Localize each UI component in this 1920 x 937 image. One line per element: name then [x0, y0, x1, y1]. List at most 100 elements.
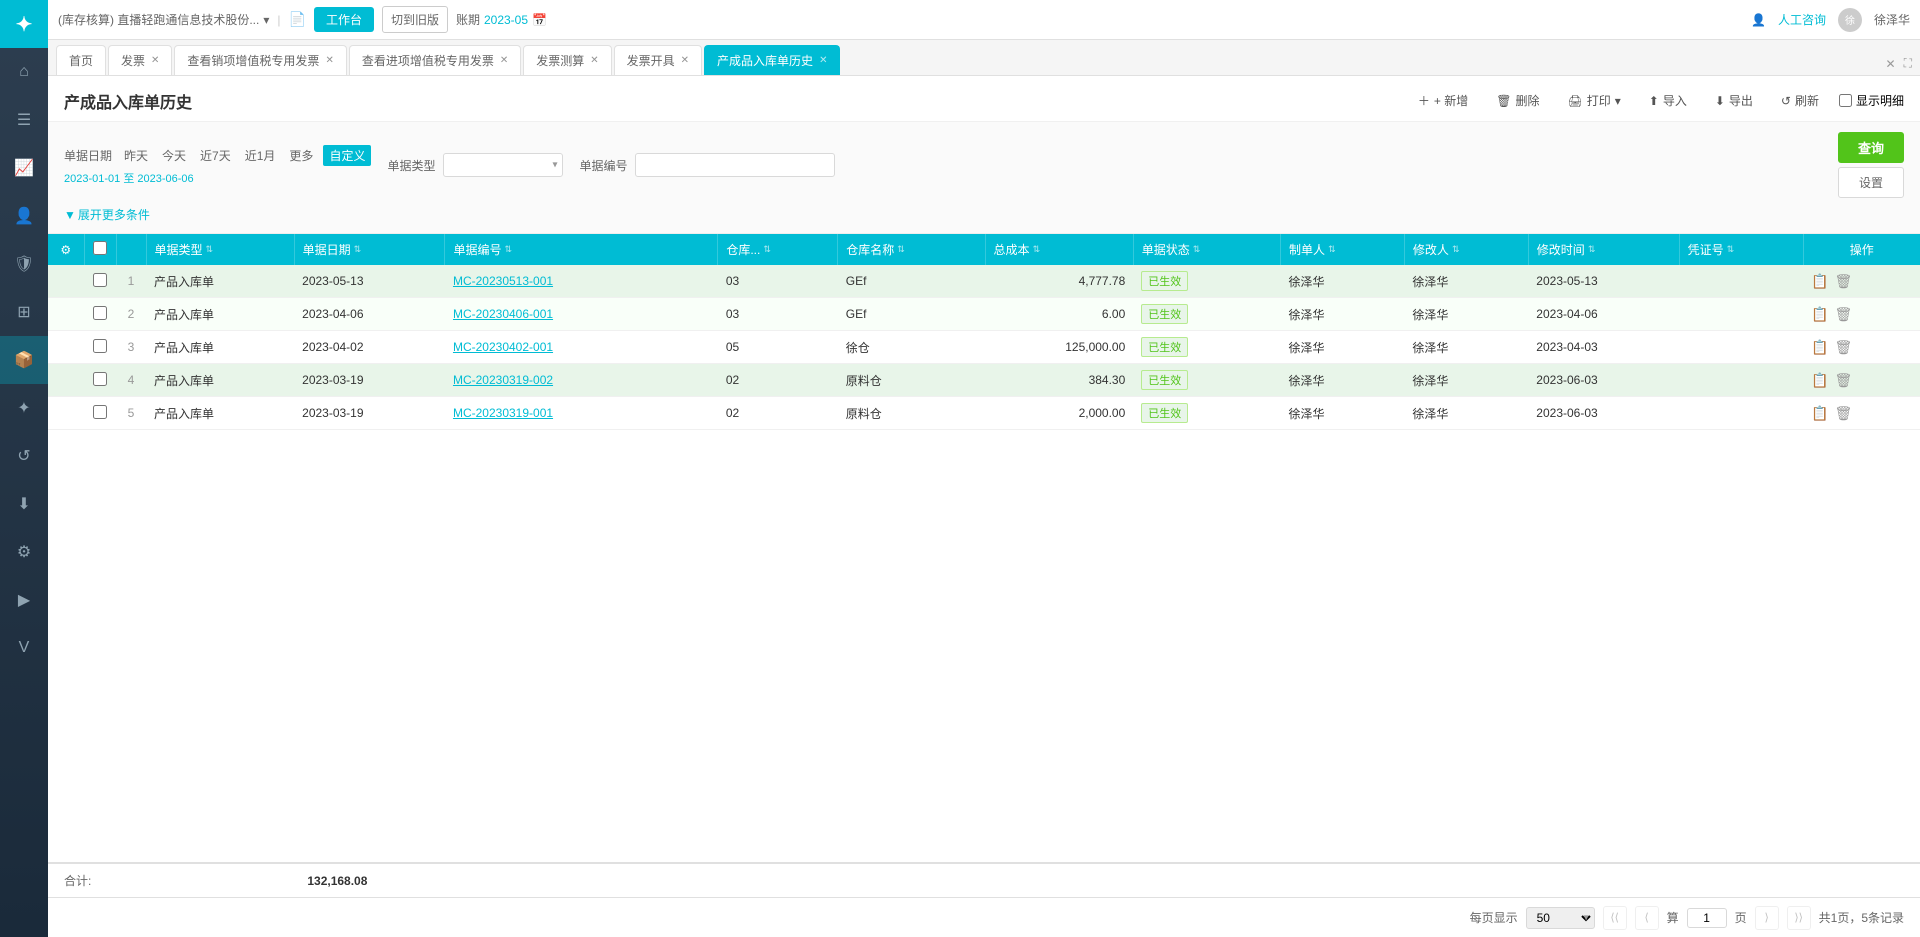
delete-button[interactable]: 🗑 删除 [1488, 88, 1547, 113]
print-button[interactable]: 🖨 打印 ▾ [1559, 88, 1628, 113]
sidebar-item-download[interactable]: ⬇ [0, 480, 48, 528]
sidebar-item-refresh[interactable]: ↺ [0, 432, 48, 480]
show-detail-toggle[interactable]: 显示明细 [1839, 92, 1904, 109]
shortcut-1month[interactable]: 近1月 [241, 145, 280, 166]
export-button[interactable]: ⬇ 导出 [1707, 88, 1761, 113]
shortcut-yesterday[interactable]: 昨天 [120, 145, 152, 166]
row-creator-cell: 徐泽华 [1281, 298, 1405, 331]
tab-sales-vat-close[interactable]: ✕ [325, 55, 333, 66]
sidebar-item-chart[interactable]: 📈 [0, 144, 48, 192]
row-delete-button[interactable]: 🗑 [1834, 339, 1852, 356]
query-button[interactable]: 查询 [1838, 132, 1904, 163]
row-delete-button[interactable]: 🗑 [1834, 372, 1852, 389]
first-page-button[interactable]: ⟨⟨ [1603, 906, 1627, 930]
sidebar-item-box[interactable]: 📦 [0, 336, 48, 384]
col-status-header[interactable]: 单据状态⇅ [1133, 234, 1280, 265]
prev-page-button[interactable]: ⟨ [1635, 906, 1659, 930]
row-checkbox-1[interactable] [93, 306, 107, 320]
last-page-button[interactable]: ⟩⟩ [1787, 906, 1811, 930]
switch-button[interactable]: 切到旧版 [382, 6, 448, 33]
row-creator-cell: 徐泽华 [1281, 265, 1405, 298]
shortcut-today[interactable]: 今天 [158, 145, 190, 166]
per-page-select[interactable]: 50 100 [1526, 907, 1595, 929]
row-checkbox-3[interactable] [93, 372, 107, 386]
sidebar-item-user[interactable]: 👤 [0, 192, 48, 240]
tab-calc[interactable]: 发票测算 ✕ [523, 45, 611, 75]
sidebar-item-grid[interactable]: ⊞ [0, 288, 48, 336]
sidebar-item-home[interactable]: ⌂ [0, 48, 48, 96]
company-dropdown-icon[interactable]: ▾ [263, 13, 269, 27]
col-modifier-header[interactable]: 修改人⇅ [1404, 234, 1528, 265]
tab-input-vat-close[interactable]: ✕ [500, 55, 508, 66]
row-docnum-link[interactable]: MC-20230319-001 [453, 406, 553, 420]
row-docnum-link[interactable]: MC-20230406-001 [453, 307, 553, 321]
row-docnum-link[interactable]: MC-20230513-001 [453, 274, 553, 288]
import-button[interactable]: ⬆ 导入 [1641, 88, 1695, 113]
col-wh-code-header[interactable]: 仓库...⇅ [718, 234, 838, 265]
row-edit-button[interactable]: 📋 [1811, 306, 1828, 323]
sidebar-item-settings[interactable]: ⚙ [0, 528, 48, 576]
refresh-button[interactable]: ↺ 刷新 [1773, 88, 1827, 113]
tab-open-close[interactable]: ✕ [681, 55, 689, 66]
tab-product-history[interactable]: 产成品入库单历史 ✕ [704, 45, 840, 75]
tab-input-vat[interactable]: 查看进项增值税专用发票 ✕ [349, 45, 521, 75]
new-button[interactable]: ＋ + 新增 [1410, 88, 1476, 113]
tab-product-history-close[interactable]: ✕ [819, 55, 827, 66]
show-detail-checkbox[interactable] [1839, 94, 1852, 107]
sidebar-item-shield[interactable]: 🛡 [0, 240, 48, 288]
expand-tabs-icon[interactable]: ⛶ [1904, 56, 1912, 71]
row-edit-button[interactable]: 📋 [1811, 339, 1828, 356]
status-badge: 已生效 [1141, 370, 1188, 390]
type-select[interactable] [443, 153, 563, 177]
row-delete-button[interactable]: 🗑 [1834, 405, 1852, 422]
company-name[interactable]: (库存核算) 直播轻跑通信息技术股份... ▾ [58, 11, 269, 28]
row-delete-button[interactable]: 🗑 [1834, 273, 1852, 290]
col-settings[interactable]: ⚙ [48, 234, 84, 265]
sidebar-item-document[interactable]: ☰ [0, 96, 48, 144]
settings-button[interactable]: 设置 [1838, 167, 1904, 198]
row-edit-button[interactable]: 📋 [1811, 405, 1828, 422]
date-range-display[interactable]: 2023-01-01 至 2023-06-06 [64, 170, 371, 186]
calendar-icon[interactable]: 📅 [532, 13, 547, 27]
row-checkbox-4[interactable] [93, 405, 107, 419]
row-docnum-link[interactable]: MC-20230319-002 [453, 373, 553, 387]
row-edit-button[interactable]: 📋 [1811, 372, 1828, 389]
col-voucher-header[interactable]: 凭证号⇅ [1679, 234, 1803, 265]
print-dropdown-icon[interactable]: ▾ [1615, 94, 1621, 108]
number-filter-input[interactable] [635, 153, 835, 177]
row-docnum-link[interactable]: MC-20230402-001 [453, 340, 553, 354]
col-creator-header[interactable]: 制单人⇅ [1281, 234, 1405, 265]
tab-sales-vat[interactable]: 查看销项增值税专用发票 ✕ [174, 45, 346, 75]
shortcut-7days[interactable]: 近7天 [196, 145, 235, 166]
username[interactable]: 徐泽华 [1874, 11, 1910, 28]
shortcut-more[interactable]: 更多 [285, 145, 317, 166]
page-number-input[interactable] [1687, 908, 1727, 928]
col-type-header[interactable]: 单据类型⇅ [146, 234, 294, 265]
close-all-icon[interactable]: ✕ [1886, 57, 1896, 71]
col-number-header[interactable]: 单据编号⇅ [445, 234, 718, 265]
support-label[interactable]: 人工咨询 [1778, 11, 1826, 28]
shortcut-custom[interactable]: 自定义 [323, 145, 371, 166]
col-modtime-header[interactable]: 修改时间⇅ [1528, 234, 1679, 265]
next-page-button[interactable]: ⟩ [1755, 906, 1779, 930]
select-all-checkbox[interactable] [93, 241, 107, 255]
workbench-button[interactable]: 工作台 [314, 7, 374, 32]
sidebar-item-v[interactable]: V [0, 624, 48, 672]
row-checkbox-2[interactable] [93, 339, 107, 353]
col-date-header[interactable]: 单据日期⇅ [294, 234, 445, 265]
col-wh-name-header[interactable]: 仓库名称⇅ [838, 234, 985, 265]
sidebar-item-play[interactable]: ▶ [0, 576, 48, 624]
tab-calc-close[interactable]: ✕ [590, 55, 598, 66]
row-delete-button[interactable]: 🗑 [1834, 306, 1852, 323]
tab-invoice-close[interactable]: ✕ [151, 55, 159, 66]
expand-filter-button[interactable]: ▼ 展开更多条件 [64, 206, 1904, 223]
period-display: 账期 2023-05 📅 [456, 11, 547, 28]
row-checkbox-0[interactable] [93, 273, 107, 287]
tab-home[interactable]: 首页 [56, 45, 106, 75]
row-edit-button[interactable]: 📋 [1811, 273, 1828, 290]
sidebar-item-stamp[interactable]: ✦ [0, 384, 48, 432]
row-docnum-cell: MC-20230402-001 [445, 331, 718, 364]
tab-invoice[interactable]: 发票 ✕ [108, 45, 172, 75]
col-cost-header[interactable]: 总成本⇅ [985, 234, 1133, 265]
tab-open[interactable]: 发票开具 ✕ [614, 45, 702, 75]
